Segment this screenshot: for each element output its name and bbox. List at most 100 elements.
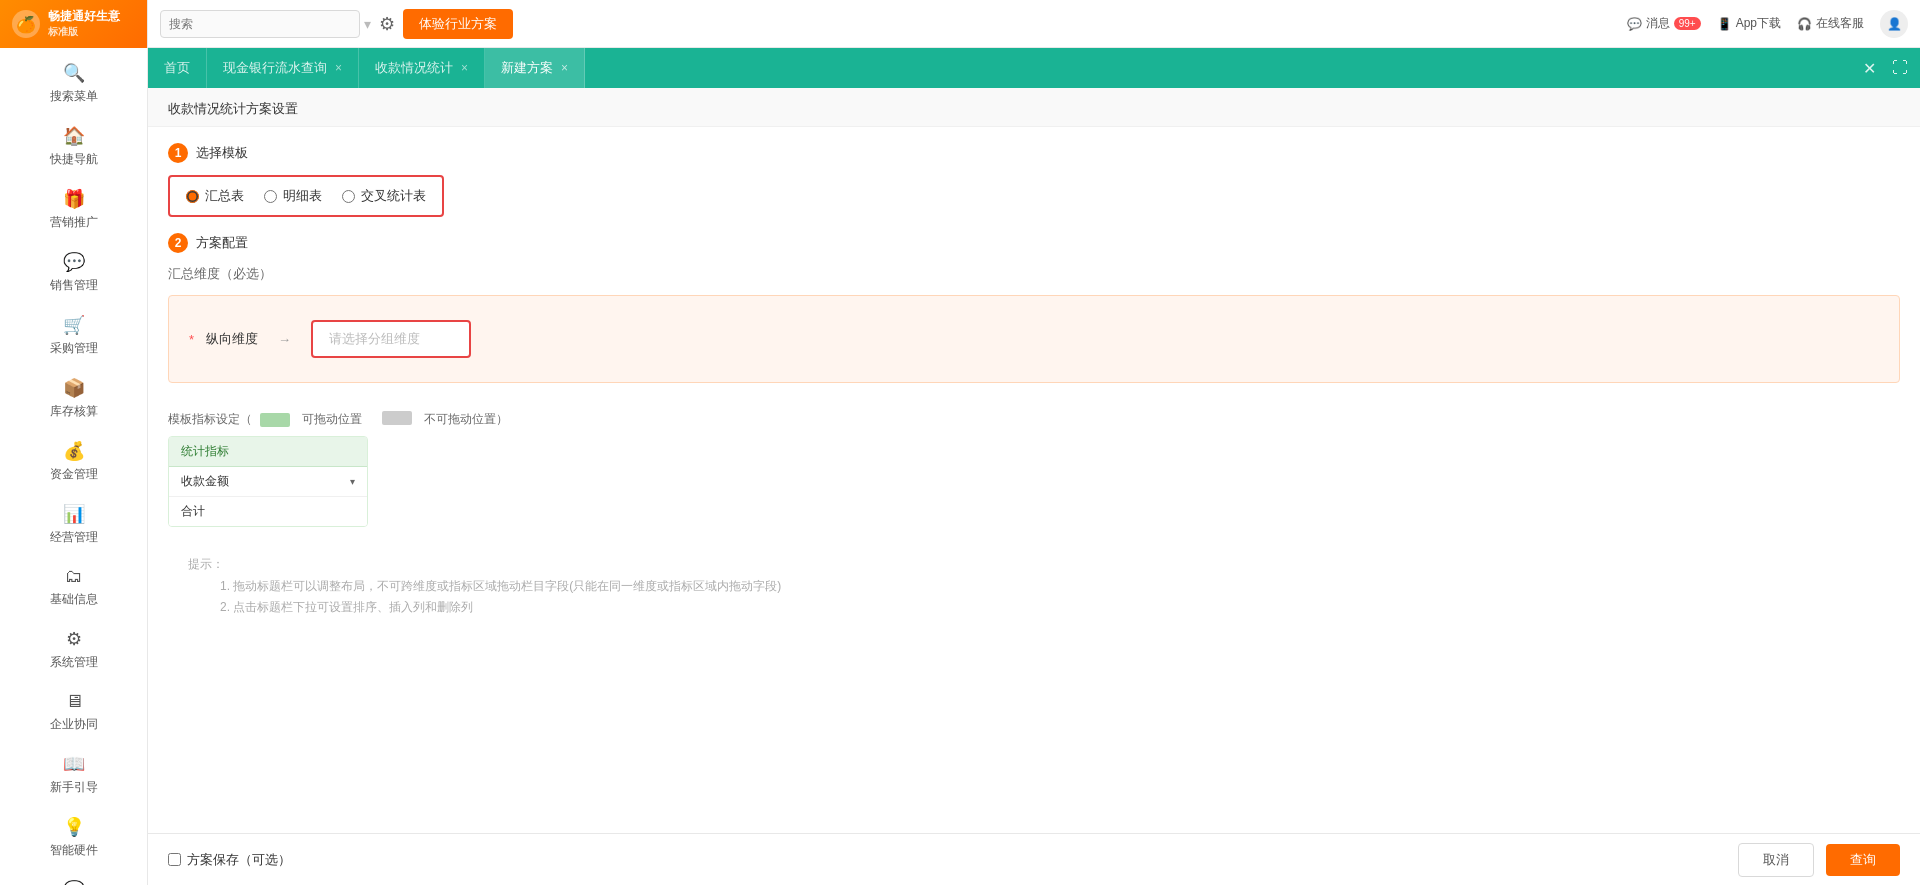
page-content-area: 收款情况统计方案设置 1 选择模板 汇总表 明细表 bbox=[148, 88, 1920, 885]
sidebar-item-search-menu[interactable]: 🔍 搜索菜单 bbox=[0, 52, 147, 115]
message-item[interactable]: 💬 消息 99+ bbox=[1627, 15, 1701, 32]
topbar-right: 💬 消息 99+ 📱 App下载 🎧 在线客服 👤 bbox=[1627, 10, 1908, 38]
metrics-header: 模板指标设定（ 可拖动位置 不可拖动位置） bbox=[168, 411, 1880, 428]
quick-nav-label: 快捷导航 bbox=[50, 151, 98, 168]
radio-cross-input[interactable] bbox=[342, 190, 355, 203]
search-input[interactable] bbox=[160, 10, 360, 38]
tab-home-label: 首页 bbox=[164, 59, 190, 77]
sidebar-item-cooperation[interactable]: 🖥 企业协同 bbox=[0, 681, 147, 743]
basic-info-label: 基础信息 bbox=[50, 591, 98, 608]
step2-num: 2 bbox=[168, 233, 188, 253]
marketing-icon: 🎁 bbox=[63, 188, 85, 210]
cooperation-icon: 🖥 bbox=[65, 691, 83, 712]
industry-btn[interactable]: 体验行业方案 bbox=[403, 9, 513, 39]
expand-btn[interactable]: ⛶ bbox=[1888, 59, 1912, 77]
sidebar-nav: 🔍 搜索菜单 🏠 快捷导航 🎁 营销推广 💬 销售管理 🛒 采购管理 📦 库存核… bbox=[0, 48, 147, 885]
step1-num: 1 bbox=[168, 143, 188, 163]
save-checkbox[interactable] bbox=[168, 853, 181, 866]
sidebar-item-inventory[interactable]: 📦 库存核算 bbox=[0, 367, 147, 430]
metrics-section: 模板指标设定（ 可拖动位置 不可拖动位置） 统计指标 收款金额 ▾ bbox=[168, 399, 1900, 542]
sales-label: 销售管理 bbox=[50, 277, 98, 294]
message-label: 消息 bbox=[1646, 15, 1670, 32]
tabs-right-buttons: ✕ ⛶ bbox=[1859, 48, 1920, 88]
logo-text: 畅捷通好生意 bbox=[48, 9, 120, 25]
download-item[interactable]: 📱 App下载 bbox=[1717, 15, 1781, 32]
tab-bank-flow-label: 现金银行流水查询 bbox=[223, 59, 327, 77]
dimension-select[interactable]: 请选择分组维度 bbox=[311, 320, 471, 358]
metrics-grid: 统计指标 收款金额 ▾ 合计 bbox=[168, 436, 368, 527]
metrics-row-0[interactable]: 收款金额 ▾ bbox=[169, 467, 367, 497]
support-item[interactable]: 🎧 在线客服 bbox=[1797, 15, 1864, 32]
drag-label: 可拖动位置 bbox=[302, 411, 362, 428]
sidebar-item-sales[interactable]: 💬 销售管理 bbox=[0, 241, 147, 304]
close-all-btn[interactable]: ✕ bbox=[1859, 59, 1880, 78]
radio-detail-label: 明细表 bbox=[283, 187, 322, 205]
sidebar-item-marketing[interactable]: 🎁 营销推广 bbox=[0, 178, 147, 241]
page-title: 收款情况统计方案设置 bbox=[168, 101, 298, 116]
user-avatar[interactable]: 👤 bbox=[1880, 10, 1908, 38]
metrics-row-0-label: 收款金额 bbox=[181, 473, 229, 490]
cooperation-label: 企业协同 bbox=[50, 716, 98, 733]
radio-cross-label: 交叉统计表 bbox=[361, 187, 426, 205]
drag-indicator bbox=[260, 413, 290, 427]
tips-title: 提示： bbox=[188, 557, 224, 571]
sidebar-item-wechat[interactable]: 💬 企业微信 bbox=[0, 869, 147, 885]
tab-new-plan-close[interactable]: × bbox=[561, 61, 568, 75]
radio-summary-input[interactable] bbox=[186, 190, 199, 203]
step2-title: 方案配置 bbox=[196, 234, 248, 252]
topbar-left: ▾ ⚙ 体验行业方案 bbox=[160, 9, 513, 39]
settings-icon[interactable]: ⚙ bbox=[379, 13, 395, 35]
dimension-box: * 纵向维度 → 请选择分组维度 bbox=[168, 295, 1900, 383]
dimension-row: * 纵向维度 → 请选择分组维度 bbox=[189, 320, 1879, 358]
tips-item-0: 1. 拖动标题栏可以调整布局，不可跨维度或指标区域拖动栏目字段(只能在同一维度或… bbox=[220, 576, 1880, 598]
tab-home[interactable]: 首页 bbox=[148, 48, 207, 88]
message-icon: 💬 bbox=[1627, 17, 1642, 31]
no-drag-label: 不可拖动位置） bbox=[424, 411, 508, 428]
cancel-button[interactable]: 取消 bbox=[1738, 843, 1814, 877]
sidebar-item-operations[interactable]: 📊 经营管理 bbox=[0, 493, 147, 556]
topbar: ▾ ⚙ 体验行业方案 💬 消息 99+ 📱 App下载 🎧 在线客服 👤 bbox=[148, 0, 1920, 48]
download-label: App下载 bbox=[1736, 15, 1781, 32]
sidebar-item-purchase[interactable]: 🛒 采购管理 bbox=[0, 304, 147, 367]
save-option: 方案保存（可选） bbox=[168, 851, 291, 869]
inventory-icon: 📦 bbox=[63, 377, 85, 399]
finance-label: 资金管理 bbox=[50, 466, 98, 483]
dimension-section-title: 汇总维度（必选） bbox=[168, 265, 1900, 287]
sidebar-item-finance[interactable]: 💰 资金管理 bbox=[0, 430, 147, 493]
metrics-row-1-label: 合计 bbox=[181, 503, 205, 520]
template-selection: 汇总表 明细表 交叉统计表 bbox=[168, 175, 444, 217]
tab-bank-flow-close[interactable]: × bbox=[335, 61, 342, 75]
save-option-label: 方案保存（可选） bbox=[187, 851, 291, 869]
sidebar-item-guide[interactable]: 📖 新手引导 bbox=[0, 743, 147, 806]
metrics-row-1[interactable]: 合计 bbox=[169, 497, 367, 526]
avatar-icon: 👤 bbox=[1887, 17, 1902, 31]
support-label: 在线客服 bbox=[1816, 15, 1864, 32]
main-area: ▾ ⚙ 体验行业方案 💬 消息 99+ 📱 App下载 🎧 在线客服 👤 bbox=[148, 0, 1920, 885]
sidebar-item-hardware[interactable]: 💡 智能硬件 bbox=[0, 806, 147, 869]
radio-detail-input[interactable] bbox=[264, 190, 277, 203]
tab-bank-flow[interactable]: 现金银行流水查询 × bbox=[207, 48, 359, 88]
sidebar-item-system[interactable]: ⚙ 系统管理 bbox=[0, 618, 147, 681]
footer: 方案保存（可选） 取消 查询 bbox=[148, 833, 1920, 885]
sidebar-item-basic-info[interactable]: 🗂 基础信息 bbox=[0, 556, 147, 618]
tabs-bar: 首页 现金银行流水查询 × 收款情况统计 × 新建方案 × ✕ ⛶ bbox=[148, 48, 1920, 88]
sidebar-item-quick-nav[interactable]: 🏠 快捷导航 bbox=[0, 115, 147, 178]
guide-label: 新手引导 bbox=[50, 779, 98, 796]
tab-collection-stats-label: 收款情况统计 bbox=[375, 59, 453, 77]
page-content: 收款情况统计方案设置 1 选择模板 汇总表 明细表 bbox=[148, 88, 1920, 885]
logo-text-area: 畅捷通好生意 标准版 bbox=[48, 9, 120, 39]
support-icon: 🎧 bbox=[1797, 17, 1812, 31]
logo-icon: 🍊 bbox=[12, 10, 40, 38]
purchase-label: 采购管理 bbox=[50, 340, 98, 357]
radio-summary: 汇总表 bbox=[186, 187, 244, 205]
wechat-icon: 💬 bbox=[63, 879, 85, 885]
purchase-icon: 🛒 bbox=[63, 314, 85, 336]
logo-edition: 标准版 bbox=[48, 25, 120, 39]
search-menu-icon: 🔍 bbox=[63, 62, 85, 84]
tab-new-plan[interactable]: 新建方案 × bbox=[485, 48, 585, 88]
system-icon: ⚙ bbox=[66, 628, 82, 650]
query-button[interactable]: 查询 bbox=[1826, 844, 1900, 876]
tab-collection-stats[interactable]: 收款情况统计 × bbox=[359, 48, 485, 88]
metrics-row-0-arrow[interactable]: ▾ bbox=[350, 476, 355, 487]
tab-collection-stats-close[interactable]: × bbox=[461, 61, 468, 75]
